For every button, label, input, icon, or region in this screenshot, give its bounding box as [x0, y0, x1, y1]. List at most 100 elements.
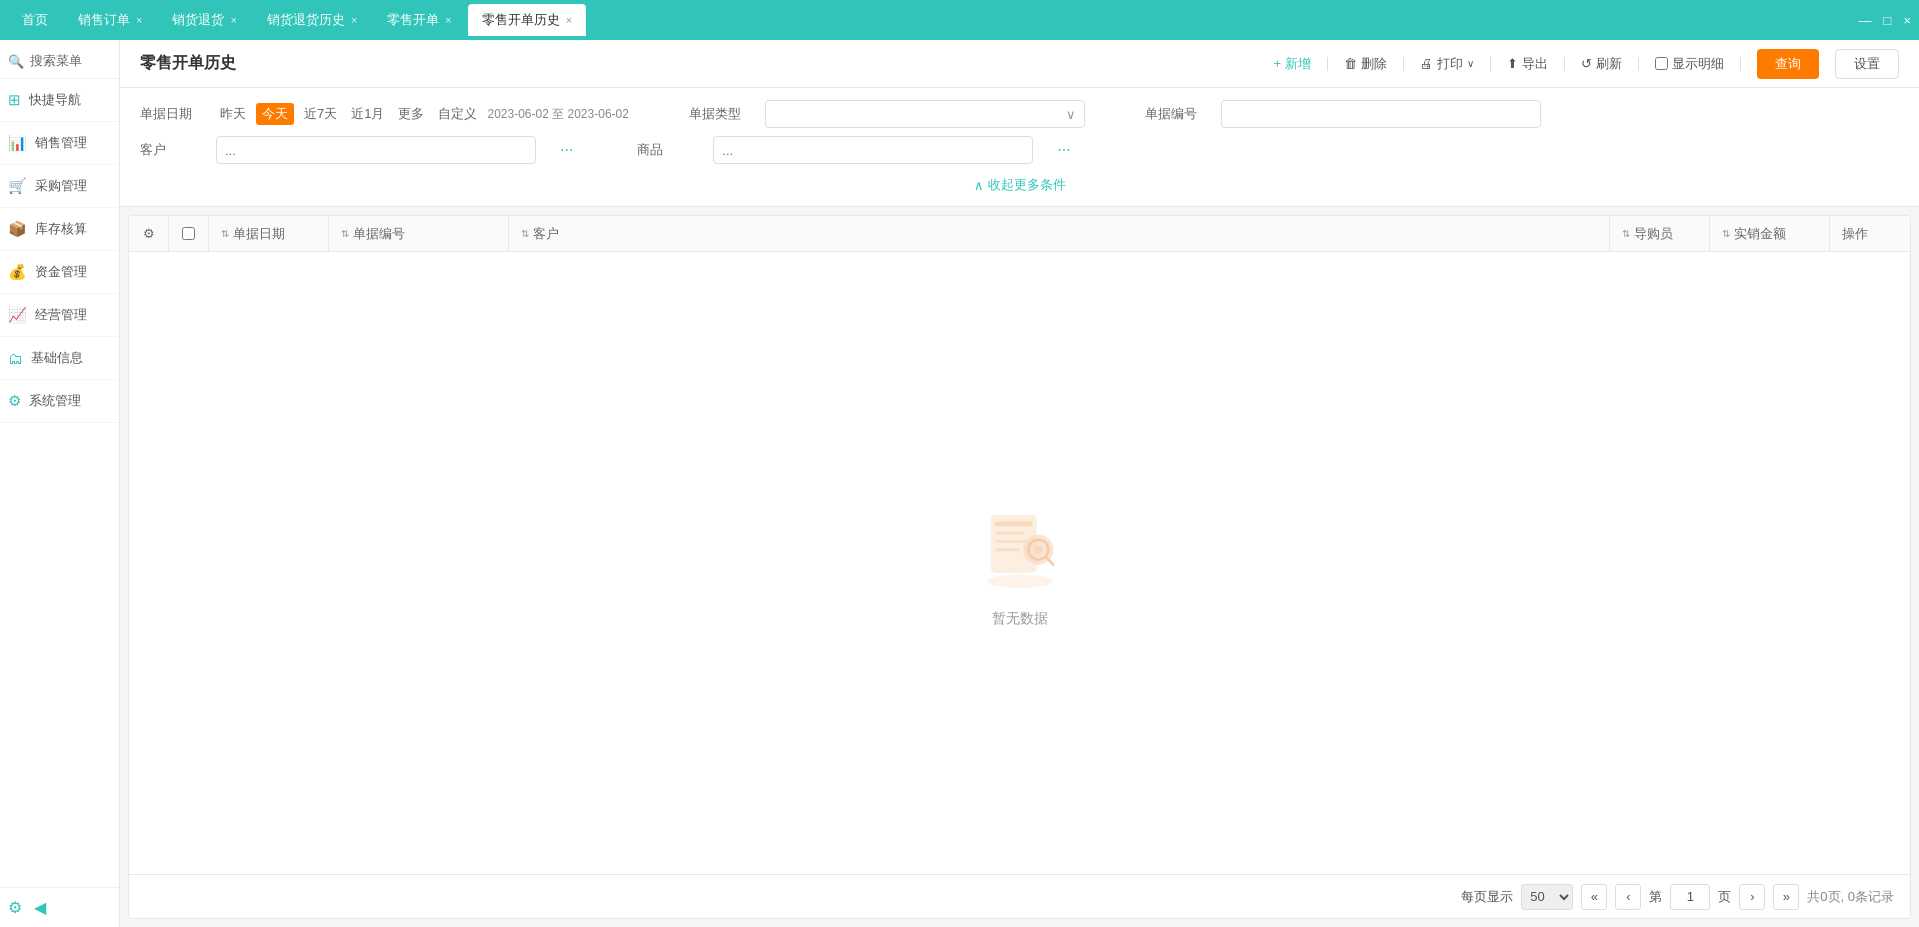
show-detail-checkbox[interactable]: 显示明细 — [1655, 55, 1724, 73]
sidebar-search[interactable]: 🔍 搜索菜单 — [0, 40, 119, 79]
refresh-icon: ↺ — [1581, 56, 1592, 71]
th-date-label: 单据日期 — [233, 225, 285, 243]
sidebar-settings-icon[interactable]: ⚙ — [8, 898, 22, 917]
date-opt-custom[interactable]: 自定义 — [434, 103, 481, 125]
th-amount[interactable]: ⇅ 实销金额 — [1710, 216, 1830, 251]
refresh-button[interactable]: ↺ 刷新 — [1581, 55, 1622, 73]
sidebar-item-inventory-label: 库存核算 — [35, 220, 87, 238]
sidebar-item-sys-mgmt[interactable]: ⚙ 系统管理 — [0, 380, 119, 423]
sidebar-item-inventory[interactable]: 📦 库存核算 — [0, 208, 119, 251]
no-filter-input[interactable] — [1221, 100, 1541, 128]
customer-ellipsis-button[interactable]: ··· — [556, 141, 577, 159]
export-button[interactable]: ⬆ 导出 — [1507, 55, 1548, 73]
export-label: 导出 — [1522, 55, 1548, 73]
tab-sales-order-close[interactable]: × — [136, 14, 142, 26]
goods-ellipsis-button[interactable]: ··· — [1053, 141, 1074, 159]
svg-point-0 — [986, 575, 1053, 588]
tab-sales-return-history-close[interactable]: × — [351, 14, 357, 26]
sidebar-item-basic-info[interactable]: 🗂 基础信息 — [0, 337, 119, 380]
tab-retail-open-history-close[interactable]: × — [566, 14, 572, 26]
tab-sales-return-history[interactable]: 销货退货历史 × — [253, 4, 371, 36]
delete-icon: 🗑 — [1344, 56, 1357, 71]
sidebar-item-sales-mgmt-label: 销售管理 — [35, 134, 87, 152]
delete-button[interactable]: 🗑 删除 — [1344, 55, 1387, 73]
select-all-checkbox[interactable] — [182, 227, 195, 240]
query-button[interactable]: 查询 — [1757, 49, 1819, 79]
divider-1 — [1327, 57, 1328, 71]
sidebar-item-operations[interactable]: 📈 经营管理 — [0, 294, 119, 337]
sidebar-item-quick-nav[interactable]: ⊞ 快捷导航 — [0, 79, 119, 122]
column-settings-icon[interactable]: ⚙ — [143, 226, 155, 241]
next-page-button[interactable]: › — [1739, 884, 1765, 910]
tab-sales-return[interactable]: 销货退货 × — [158, 4, 250, 36]
last-page-button[interactable]: » — [1773, 884, 1799, 910]
th-no[interactable]: ⇅ 单据编号 — [329, 216, 509, 251]
date-opt-7days[interactable]: 近7天 — [300, 103, 341, 125]
date-opt-1month[interactable]: 近1月 — [347, 103, 388, 125]
date-opt-today[interactable]: 今天 — [256, 103, 294, 125]
show-detail-input[interactable] — [1655, 57, 1668, 70]
tab-retail-open-close[interactable]: × — [445, 14, 451, 26]
tab-home[interactable]: 首页 — [8, 4, 62, 36]
customer-filter-input[interactable] — [216, 136, 536, 164]
date-opt-yesterday[interactable]: 昨天 — [216, 103, 250, 125]
tab-sales-return-close[interactable]: × — [230, 14, 236, 26]
date-filter-label: 单据日期 — [140, 105, 196, 123]
print-arrow-icon: ∨ — [1467, 58, 1474, 69]
tab-retail-open-history-label: 零售开单历史 — [482, 11, 560, 29]
th-customer[interactable]: ⇅ 客户 — [509, 216, 1610, 251]
table-header: ⚙ ⇅ 单据日期 ⇅ 单据编号 ⇅ 客户 ⇅ — [129, 216, 1910, 252]
print-button[interactable]: 🖨 打印 ∨ — [1420, 55, 1474, 73]
th-amount-label: 实销金额 — [1734, 225, 1786, 243]
th-date-sort-icon: ⇅ — [221, 228, 229, 239]
tab-sales-order[interactable]: 销售订单 × — [64, 4, 156, 36]
sys-mgmt-icon: ⚙ — [8, 392, 21, 410]
sidebar-collapse-icon[interactable]: ◀ — [34, 898, 46, 917]
th-settings[interactable]: ⚙ — [129, 216, 169, 251]
sidebar-item-sales-mgmt[interactable]: 📊 销售管理 — [0, 122, 119, 165]
divider-4 — [1564, 57, 1565, 71]
table-area: ⚙ ⇅ 单据日期 ⇅ 单据编号 ⇅ 客户 ⇅ — [128, 215, 1911, 919]
tab-sales-return-label: 销货退货 — [172, 11, 224, 29]
th-guide[interactable]: ⇅ 导购员 — [1610, 216, 1710, 251]
last-page-icon: » — [1783, 889, 1790, 904]
export-icon: ⬆ — [1507, 56, 1518, 71]
date-opt-more[interactable]: 更多 — [394, 103, 428, 125]
settings-button[interactable]: 设置 — [1835, 49, 1899, 79]
filter-row-2: 客户 ··· 商品 ··· — [140, 136, 1899, 164]
minimize-button[interactable]: — — [1859, 13, 1872, 28]
sidebar-item-sys-mgmt-label: 系统管理 — [29, 392, 81, 410]
quick-nav-icon: ⊞ — [8, 91, 21, 109]
maximize-button[interactable]: □ — [1884, 13, 1892, 28]
goods-filter-input[interactable] — [713, 136, 1033, 164]
type-select[interactable]: ∨ — [765, 100, 1085, 128]
filter-area: 单据日期 昨天 今天 近7天 近1月 更多 自定义 2023-06-02 至 2… — [120, 88, 1919, 207]
add-icon: + — [1273, 56, 1281, 71]
date-options: 昨天 今天 近7天 近1月 更多 自定义 2023-06-02 至 2023-0… — [216, 103, 629, 125]
sidebar-item-finance[interactable]: 💰 资金管理 — [0, 251, 119, 294]
content-area: 零售开单历史 + 新增 🗑 删除 🖨 打印 ∨ — [120, 40, 1919, 927]
page-number-input[interactable] — [1670, 884, 1710, 910]
tab-retail-open-history[interactable]: 零售开单历史 × — [468, 4, 586, 36]
divider-2 — [1403, 57, 1404, 71]
close-button[interactable]: × — [1903, 13, 1911, 28]
sidebar-item-purchase-mgmt[interactable]: 🛒 采购管理 — [0, 165, 119, 208]
th-customer-label: 客户 — [533, 225, 559, 243]
tab-sales-order-label: 销售订单 — [78, 11, 130, 29]
th-no-sort-icon: ⇅ — [341, 228, 349, 239]
per-page-select[interactable]: 50 10 20 100 — [1521, 884, 1573, 910]
tab-retail-open[interactable]: 零售开单 × — [373, 4, 465, 36]
add-button[interactable]: + 新增 — [1273, 55, 1311, 73]
delete-label: 删除 — [1361, 55, 1387, 73]
main-layout: 🔍 搜索菜单 ⊞ 快捷导航 📊 销售管理 🛒 采购管理 📦 库存核算 💰 资金管… — [0, 40, 1919, 927]
collapse-bar[interactable]: ∧ 收起更多条件 — [140, 172, 1899, 194]
type-filter-label: 单据类型 — [689, 105, 745, 123]
th-date[interactable]: ⇅ 单据日期 — [209, 216, 329, 251]
th-customer-sort-icon: ⇅ — [521, 228, 529, 239]
type-dropdown-icon: ∨ — [1066, 107, 1076, 122]
th-checkbox[interactable] — [169, 216, 209, 251]
prev-page-button[interactable]: ‹ — [1615, 884, 1641, 910]
svg-rect-5 — [995, 548, 1020, 551]
page-suffix: 页 — [1718, 888, 1731, 906]
first-page-button[interactable]: « — [1581, 884, 1607, 910]
